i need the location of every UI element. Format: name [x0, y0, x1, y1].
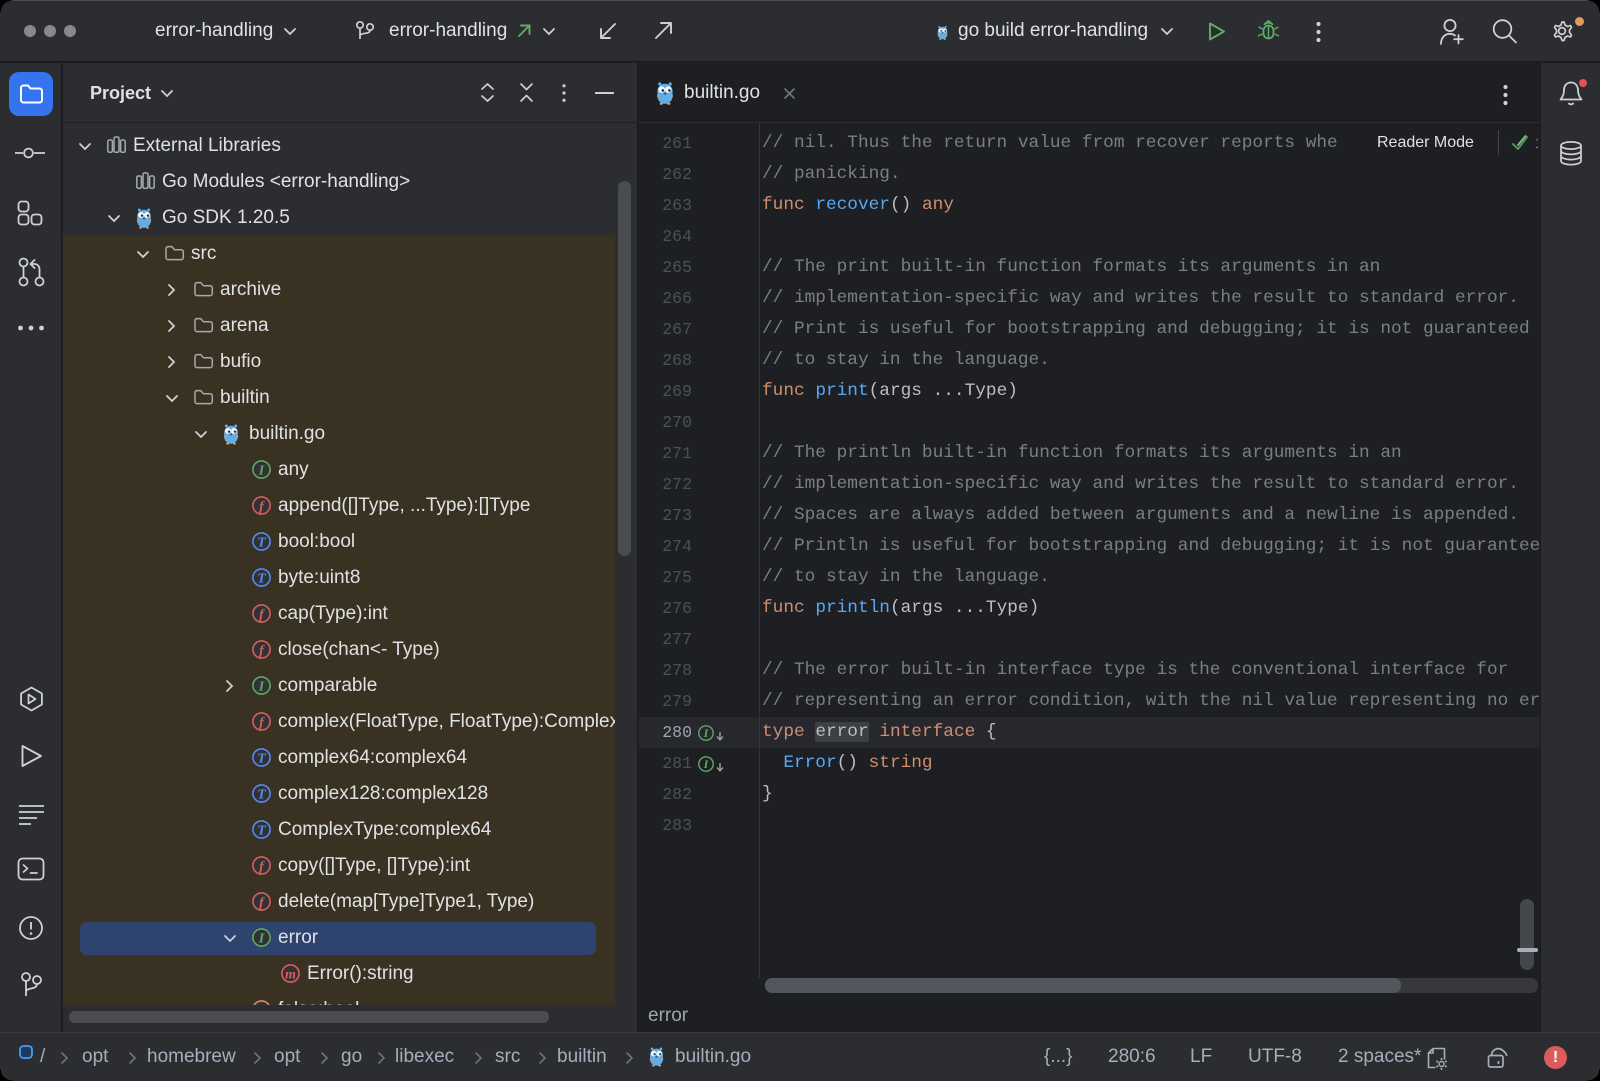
svg-text:T: T: [257, 535, 267, 550]
svg-text:T: T: [257, 787, 267, 802]
svg-text:T: T: [257, 571, 267, 586]
svg-text:I: I: [703, 726, 710, 740]
svg-text:m: m: [285, 967, 296, 982]
svg-text:I: I: [258, 463, 265, 478]
svg-text:T: T: [257, 751, 267, 766]
svg-text:I: I: [258, 679, 265, 694]
svg-text:I: I: [703, 757, 710, 771]
svg-text:I: I: [258, 931, 265, 946]
svg-text:T: T: [257, 823, 267, 838]
